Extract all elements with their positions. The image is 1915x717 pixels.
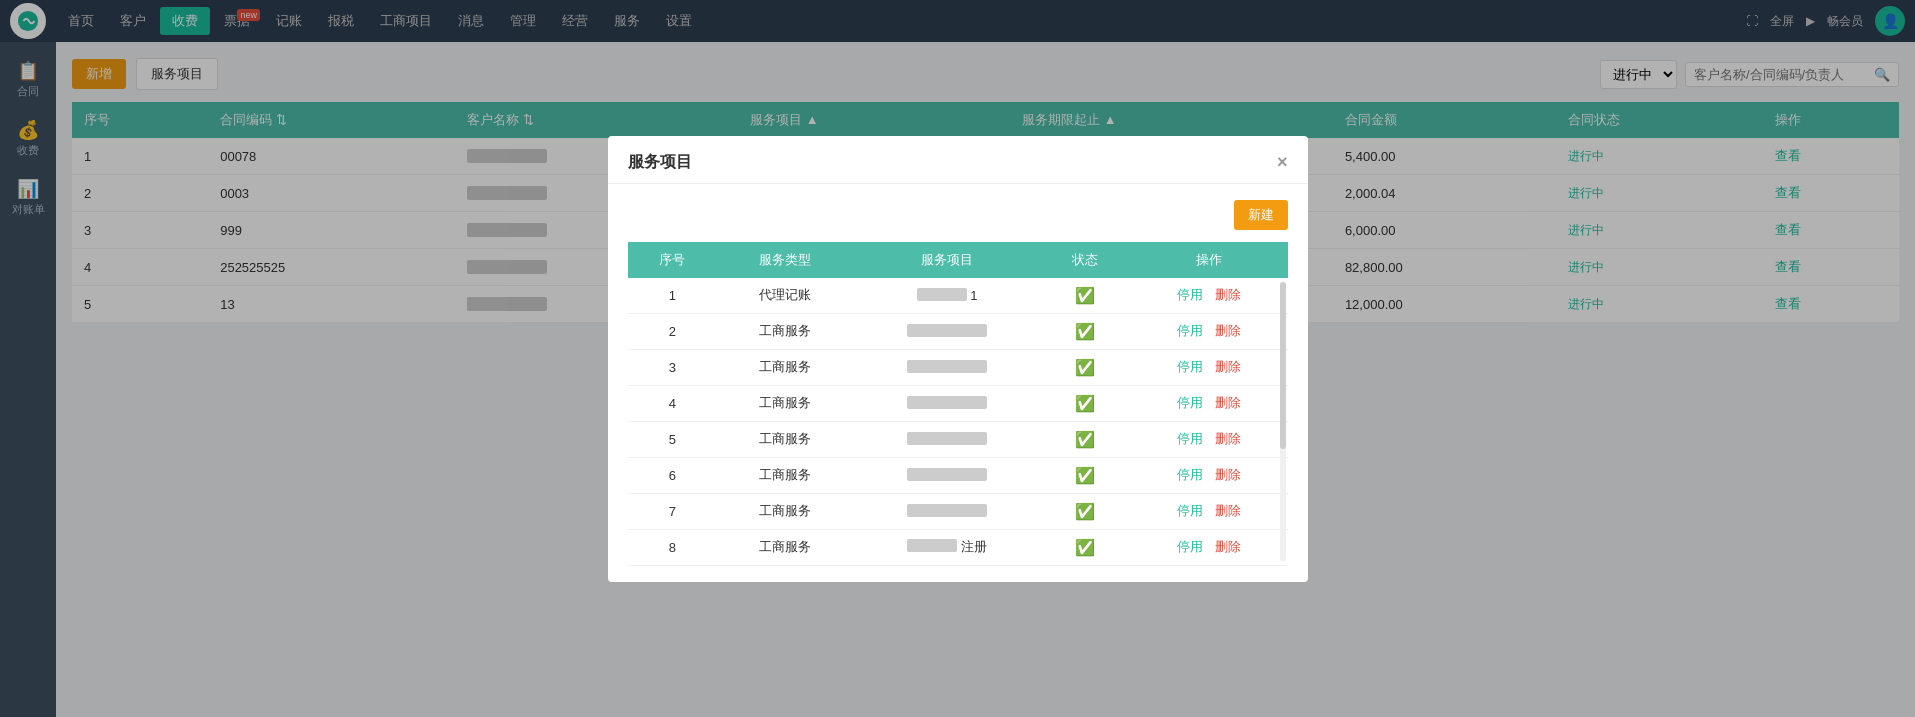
- modal-cell-no: 4: [628, 385, 718, 421]
- modal-service-item: 服务项目 × 新建 序号 服务类型 服务项目 状态 操作: [608, 136, 1308, 582]
- delete-button[interactable]: 删除: [1215, 539, 1241, 554]
- modal-body: 新建 序号 服务类型 服务项目 状态 操作 1 代理记账: [608, 184, 1308, 582]
- modal-cell-item: [854, 493, 1041, 529]
- modal-cell-no: 8: [628, 529, 718, 565]
- stop-button[interactable]: 停用: [1177, 467, 1203, 482]
- modal-table-row: 3 工商服务 ✅ 停用 删除: [628, 349, 1288, 385]
- modal-cell-status: ✅: [1040, 349, 1130, 385]
- modal-cell-type: 工商服务: [717, 385, 853, 421]
- status-check-icon: ✅: [1075, 431, 1095, 448]
- modal-cell-status: ✅: [1040, 457, 1130, 493]
- modal-cell-no: 2: [628, 313, 718, 349]
- stop-button[interactable]: 停用: [1177, 503, 1203, 518]
- modal-col-type: 服务类型: [717, 242, 853, 278]
- modal-cell-type: 工商服务: [717, 349, 853, 385]
- modal-cell-no: 1: [628, 278, 718, 314]
- modal-col-item: 服务项目: [854, 242, 1041, 278]
- delete-button[interactable]: 删除: [1215, 287, 1241, 302]
- modal-cell-item: [854, 385, 1041, 421]
- modal-table-row: 4 工商服务 ✅ 停用 删除: [628, 385, 1288, 421]
- modal-col-status: 状态: [1040, 242, 1130, 278]
- modal-table-row: 1 代理记账 1 ✅ 停用 删除: [628, 278, 1288, 314]
- stop-button[interactable]: 停用: [1177, 359, 1203, 374]
- modal-cell-action: 停用 删除: [1130, 457, 1287, 493]
- modal-toolbar: 新建: [628, 200, 1288, 230]
- modal-cell-no: 6: [628, 457, 718, 493]
- modal-cell-status: ✅: [1040, 421, 1130, 457]
- modal-cell-action: 停用 删除: [1130, 349, 1287, 385]
- modal-cell-type: 工商服务: [717, 529, 853, 565]
- modal-cell-action: 停用 删除: [1130, 529, 1287, 565]
- status-check-icon: ✅: [1075, 503, 1095, 520]
- stop-button[interactable]: 停用: [1177, 287, 1203, 302]
- modal-cell-item: [854, 349, 1041, 385]
- delete-button[interactable]: 删除: [1215, 323, 1241, 338]
- modal-cell-status: ✅: [1040, 385, 1130, 421]
- service-table: 序号 服务类型 服务项目 状态 操作 1 代理记账 1 ✅ 停用 删除 2 工商…: [628, 242, 1288, 566]
- status-check-icon: ✅: [1075, 359, 1095, 376]
- scrollbar-thumb[interactable]: [1280, 282, 1286, 449]
- delete-button[interactable]: 删除: [1215, 467, 1241, 482]
- modal-table-row: 5 工商服务 ✅ 停用 删除: [628, 421, 1288, 457]
- modal-cell-item: 1: [854, 278, 1041, 314]
- status-check-icon: ✅: [1075, 467, 1095, 484]
- delete-button[interactable]: 删除: [1215, 503, 1241, 518]
- modal-cell-item: 注册: [854, 529, 1041, 565]
- delete-button[interactable]: 删除: [1215, 395, 1241, 410]
- modal-cell-action: 停用 删除: [1130, 385, 1287, 421]
- stop-button[interactable]: 停用: [1177, 395, 1203, 410]
- modal-new-button[interactable]: 新建: [1234, 200, 1288, 230]
- modal-cell-type: 工商服务: [717, 493, 853, 529]
- status-check-icon: ✅: [1075, 323, 1095, 340]
- modal-cell-type: 代理记账: [717, 278, 853, 314]
- status-check-icon: ✅: [1075, 539, 1095, 556]
- modal-cell-no: 5: [628, 421, 718, 457]
- modal-cell-type: 工商服务: [717, 421, 853, 457]
- stop-button[interactable]: 停用: [1177, 323, 1203, 338]
- modal-cell-item: [854, 457, 1041, 493]
- modal-table-row: 2 工商服务 ✅ 停用 删除: [628, 313, 1288, 349]
- modal-table-row: 6 工商服务 ✅ 停用 删除: [628, 457, 1288, 493]
- modal-cell-status: ✅: [1040, 278, 1130, 314]
- modal-table-row: 8 工商服务 注册 ✅ 停用 删除: [628, 529, 1288, 565]
- modal-cell-item: [854, 313, 1041, 349]
- modal-header: 服务项目 ×: [608, 136, 1308, 184]
- modal-cell-action: 停用 删除: [1130, 421, 1287, 457]
- modal-table-row: 7 工商服务 ✅ 停用 删除: [628, 493, 1288, 529]
- modal-cell-type: 工商服务: [717, 457, 853, 493]
- modal-cell-no: 3: [628, 349, 718, 385]
- modal-cell-no: 7: [628, 493, 718, 529]
- modal-col-no: 序号: [628, 242, 718, 278]
- modal-table-wrapper: 序号 服务类型 服务项目 状态 操作 1 代理记账 1 ✅ 停用 删除 2 工商…: [628, 242, 1288, 566]
- modal-cell-status: ✅: [1040, 529, 1130, 565]
- modal-cell-action: 停用 删除: [1130, 313, 1287, 349]
- modal-cell-item: [854, 421, 1041, 457]
- modal-cell-status: ✅: [1040, 313, 1130, 349]
- modal-cell-type: 工商服务: [717, 313, 853, 349]
- stop-button[interactable]: 停用: [1177, 431, 1203, 446]
- modal-close-button[interactable]: ×: [1277, 153, 1288, 171]
- modal-overlay: 服务项目 × 新建 序号 服务类型 服务项目 状态 操作: [0, 0, 1915, 717]
- modal-cell-status: ✅: [1040, 493, 1130, 529]
- status-check-icon: ✅: [1075, 395, 1095, 412]
- delete-button[interactable]: 删除: [1215, 431, 1241, 446]
- modal-col-action: 操作: [1130, 242, 1287, 278]
- stop-button[interactable]: 停用: [1177, 539, 1203, 554]
- status-check-icon: ✅: [1075, 287, 1095, 304]
- modal-title: 服务项目: [628, 152, 692, 173]
- scrollbar-track[interactable]: [1280, 282, 1286, 561]
- modal-cell-action: 停用 删除: [1130, 493, 1287, 529]
- delete-button[interactable]: 删除: [1215, 359, 1241, 374]
- modal-cell-action: 停用 删除: [1130, 278, 1287, 314]
